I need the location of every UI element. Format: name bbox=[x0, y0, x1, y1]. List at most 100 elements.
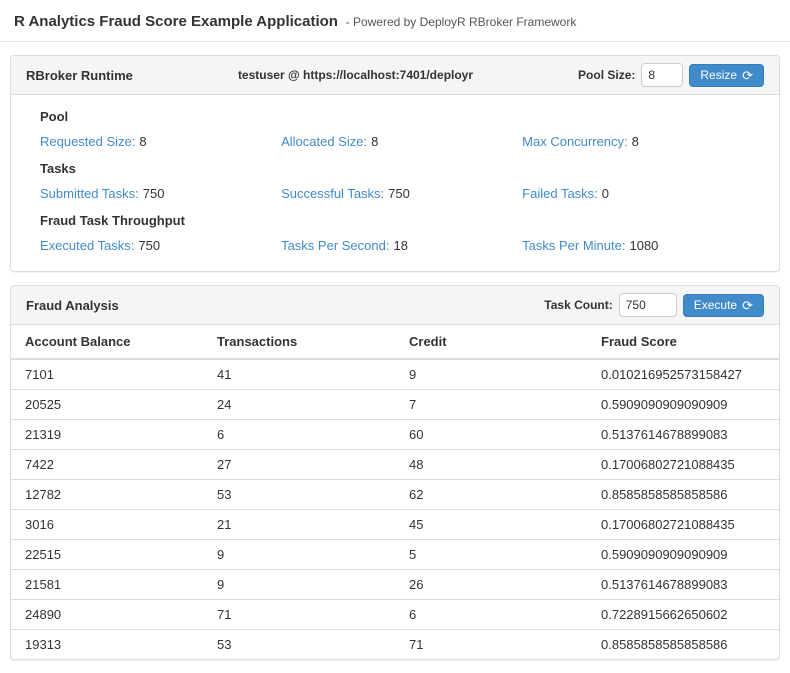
fraud-table-body: 71014190.010216952573158427205252470.590… bbox=[11, 359, 779, 659]
analysis-panel-heading: Fraud Analysis Task Count: Execute ⟳ bbox=[11, 286, 779, 325]
table-cell: 0.5909090909090909 bbox=[587, 390, 779, 420]
stat-label: Executed Tasks: bbox=[40, 238, 134, 253]
table-cell: 22515 bbox=[11, 540, 203, 570]
stat-value: 8 bbox=[371, 134, 378, 149]
runtime-panel: RBroker Runtime testuser @ https://local… bbox=[10, 55, 780, 272]
table-cell: 0.010216952573158427 bbox=[587, 359, 779, 390]
section-heading-tasks: Tasks bbox=[40, 161, 764, 176]
table-cell: 53 bbox=[203, 630, 395, 660]
table-cell: 71 bbox=[203, 600, 395, 630]
stat-label: Submitted Tasks: bbox=[40, 186, 139, 201]
stat-submitted-tasks: Submitted Tasks: 750 bbox=[40, 186, 281, 201]
task-count-input[interactable] bbox=[619, 293, 677, 317]
table-cell: 21 bbox=[203, 510, 395, 540]
stat-max-concurrency: Max Concurrency:8 bbox=[522, 134, 763, 149]
column-header-account-balance: Account Balance bbox=[11, 325, 203, 359]
refresh-icon: ⟳ bbox=[742, 299, 753, 312]
stat-value: 8 bbox=[632, 134, 639, 149]
table-cell: 20525 bbox=[11, 390, 203, 420]
table-cell: 60 bbox=[395, 420, 587, 450]
page-header: R Analytics Fraud Score Example Applicat… bbox=[0, 0, 790, 42]
task-count-label: Task Count: bbox=[544, 298, 612, 312]
table-header-row: Account Balance Transactions Credit Frau… bbox=[11, 325, 779, 359]
stat-row-pool: Requested Size: 8 Allocated Size: 8 Max Co… bbox=[40, 134, 764, 149]
table-cell: 12782 bbox=[11, 480, 203, 510]
table-cell: 6 bbox=[395, 600, 587, 630]
table-row: 742227480.17006802721088435 bbox=[11, 450, 779, 480]
stat-label: Tasks Per Second: bbox=[281, 238, 389, 253]
stat-label: Successful Tasks: bbox=[281, 186, 384, 201]
stat-value: 8 bbox=[139, 134, 146, 149]
table-cell: 53 bbox=[203, 480, 395, 510]
table-cell: 0.7228915662650602 bbox=[587, 600, 779, 630]
table-cell: 71 bbox=[395, 630, 587, 660]
stat-successful-tasks: Successful Tasks:750 bbox=[281, 186, 522, 201]
table-row: 71014190.010216952573158427 bbox=[11, 359, 779, 390]
execute-button-label: Execute bbox=[694, 299, 737, 311]
column-header-credit: Credit bbox=[395, 325, 587, 359]
table-row: 1931353710.8585858585858586 bbox=[11, 630, 779, 660]
table-row: 1278253620.8585858585858586 bbox=[11, 480, 779, 510]
table-cell: 0.17006802721088435 bbox=[587, 450, 779, 480]
table-row: 301621450.17006802721088435 bbox=[11, 510, 779, 540]
table-cell: 41 bbox=[203, 359, 395, 390]
stat-executed-tasks: Executed Tasks:750 bbox=[40, 238, 281, 253]
table-cell: 0.8585858585858586 bbox=[587, 630, 779, 660]
table-cell: 0.17006802721088435 bbox=[587, 510, 779, 540]
fraud-table: Account Balance Transactions Credit Frau… bbox=[11, 325, 779, 659]
table-row: 213196600.5137614678899083 bbox=[11, 420, 779, 450]
runtime-panel-heading: RBroker Runtime testuser @ https://local… bbox=[11, 56, 779, 95]
column-header-fraud-score: Fraud Score bbox=[587, 325, 779, 359]
execute-button[interactable]: Execute ⟳ bbox=[683, 294, 764, 317]
table-cell: 7 bbox=[395, 390, 587, 420]
task-count-controls: Task Count: Execute ⟳ bbox=[544, 293, 764, 317]
endpoint-text: testuser @ https://localhost:7401/deploy… bbox=[238, 68, 473, 82]
stat-label: Tasks Per Minute: bbox=[522, 238, 625, 253]
table-cell: 7422 bbox=[11, 450, 203, 480]
stat-label: Allocated Size: bbox=[281, 134, 367, 149]
stat-label: Requested Size: bbox=[40, 134, 135, 149]
pool-size-label: Pool Size: bbox=[578, 68, 635, 82]
stat-allocated-size: Allocated Size: 8 bbox=[281, 134, 522, 149]
table-cell: 27 bbox=[203, 450, 395, 480]
runtime-panel-body: Pool Requested Size: 8 Allocated Size: 8 M… bbox=[11, 95, 779, 271]
pool-size-input[interactable] bbox=[641, 63, 683, 87]
stat-value: 18 bbox=[393, 238, 407, 253]
resize-button-label: Resize bbox=[700, 69, 737, 81]
table-cell: 0.5137614678899083 bbox=[587, 420, 779, 450]
table-cell: 5 bbox=[395, 540, 587, 570]
column-header-transactions: Transactions bbox=[203, 325, 395, 359]
section-heading-pool: Pool bbox=[40, 109, 764, 124]
table-cell: 0.8585858585858586 bbox=[587, 480, 779, 510]
analysis-panel-title: Fraud Analysis bbox=[26, 298, 119, 313]
table-cell: 62 bbox=[395, 480, 587, 510]
stat-row-throughput: Executed Tasks:750 Tasks Per Second: 18 T… bbox=[40, 238, 764, 253]
table-cell: 19313 bbox=[11, 630, 203, 660]
stat-requested-size: Requested Size: 8 bbox=[40, 134, 281, 149]
page-title: R Analytics Fraud Score Example Applicat… bbox=[14, 13, 338, 30]
stat-tasks-per-minute: Tasks Per Minute:1080 bbox=[522, 238, 763, 253]
table-cell: 24 bbox=[203, 390, 395, 420]
stat-row-tasks: Submitted Tasks: 750 Successful Tasks:750… bbox=[40, 186, 764, 201]
table-cell: 24890 bbox=[11, 600, 203, 630]
runtime-panel-title: RBroker Runtime bbox=[26, 68, 133, 83]
table-cell: 0.5909090909090909 bbox=[587, 540, 779, 570]
table-cell: 7101 bbox=[11, 359, 203, 390]
section-heading-throughput: Fraud Task Throughput bbox=[40, 213, 764, 228]
table-cell: 6 bbox=[203, 420, 395, 450]
table-row: 22515950.5909090909090909 bbox=[11, 540, 779, 570]
page-subtitle: - Powered by DeployR RBroker Framework bbox=[346, 15, 577, 29]
table-cell: 21319 bbox=[11, 420, 203, 450]
stat-value: 0 bbox=[602, 186, 609, 201]
stat-label: Failed Tasks: bbox=[522, 186, 598, 201]
resize-button[interactable]: Resize⟳ bbox=[689, 64, 764, 87]
analysis-panel: Fraud Analysis Task Count: Execute ⟳ Acco… bbox=[10, 285, 780, 660]
table-cell: 45 bbox=[395, 510, 587, 540]
stat-tasks-per-second: Tasks Per Second: 18 bbox=[281, 238, 522, 253]
table-cell: 48 bbox=[395, 450, 587, 480]
table-row: 248907160.7228915662650602 bbox=[11, 600, 779, 630]
table-cell: 3016 bbox=[11, 510, 203, 540]
table-cell: 9 bbox=[395, 359, 587, 390]
stat-value: 750 bbox=[143, 186, 165, 201]
stat-failed-tasks: Failed Tasks: 0 bbox=[522, 186, 763, 201]
